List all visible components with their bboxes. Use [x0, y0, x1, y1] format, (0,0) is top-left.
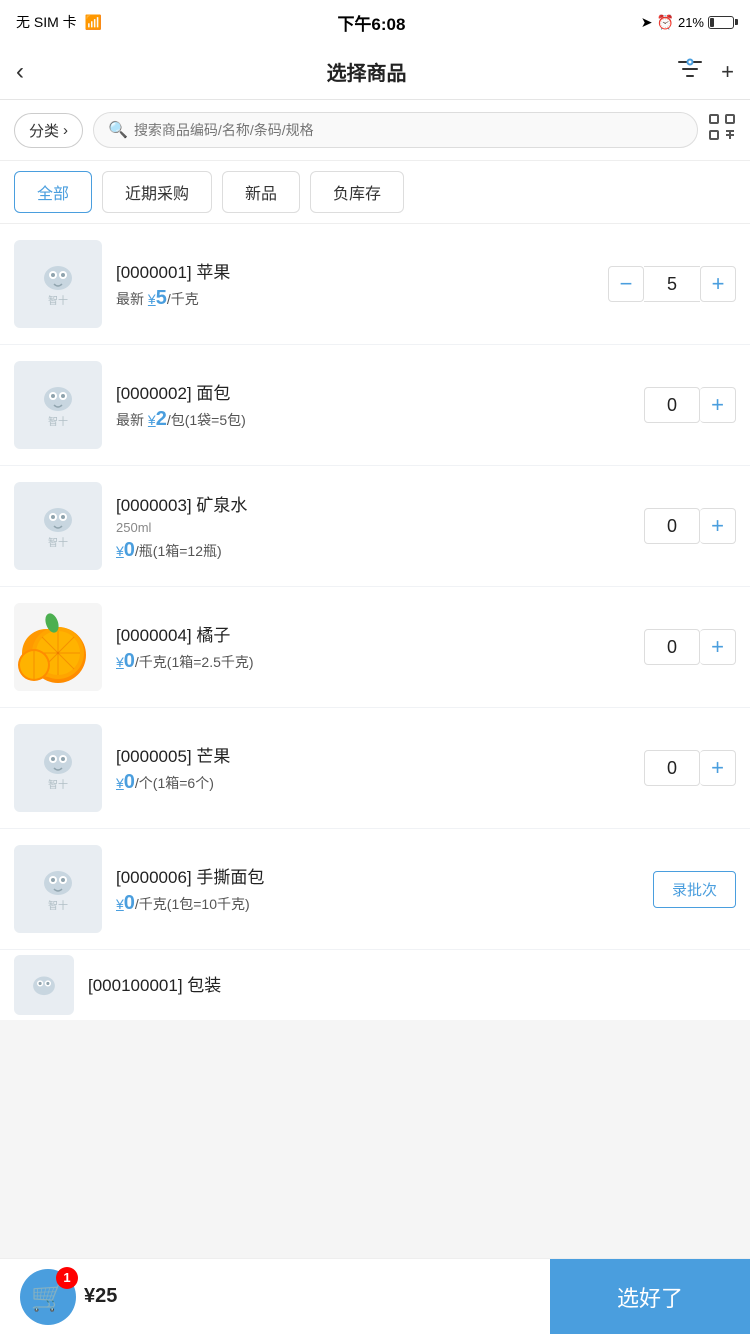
product-price-0000001: 最新 ¥5/千克 — [116, 287, 594, 310]
qty-input-0000004[interactable] — [644, 629, 700, 665]
nav-actions: + — [677, 58, 734, 86]
qty-minus-0000001[interactable]: − — [608, 266, 644, 302]
product-price-0000002: 最新 ¥2/包(1袋=5包) — [116, 408, 630, 431]
cart-badge: 1 — [56, 1267, 78, 1289]
product-info-partial: [000100001] 包装 — [88, 971, 736, 1000]
search-icon: 🔍 — [108, 120, 128, 140]
qty-plus-0000001[interactable]: + — [700, 266, 736, 302]
product-info-0000002: [0000002] 面包 最新 ¥2/包(1袋=5包) — [116, 379, 630, 431]
carrier-label: 无 SIM 卡 — [16, 12, 77, 32]
add-button[interactable]: + — [721, 59, 734, 85]
product-image-0000006: 智十 — [14, 845, 102, 933]
cart-total: ¥25 — [84, 1285, 117, 1308]
qty-plus-0000003[interactable]: + — [700, 508, 736, 544]
product-item-0000006: 智十 [0000006] 手撕面包 ¥0/千克(1包=10千克) 录批次 — [0, 829, 750, 949]
product-name-0000006: [0000006] 手撕面包 — [116, 863, 639, 888]
qty-control-0000002: + — [644, 387, 736, 423]
product-item-0000002: 智十 [0000002] 面包 最新 ¥2/包(1袋=5包) + — [0, 345, 750, 465]
product-name-0000003: [0000003] 矿泉水 — [116, 491, 630, 516]
battery-label: 21% — [678, 15, 704, 30]
qty-control-0000004: + — [644, 629, 736, 665]
product-name-0000005: [0000005] 芒果 — [116, 742, 630, 767]
status-time: 下午6:08 — [337, 10, 405, 35]
tab-new[interactable]: 新品 — [222, 171, 300, 213]
status-bar: 无 SIM 卡 📶 下午6:08 ➤ ⏰ 21% — [0, 0, 750, 44]
bottom-bar: 🛒 1 ¥25 选好了 — [0, 1258, 750, 1334]
location-icon: ➤ — [641, 14, 653, 31]
qty-control-0000005: + — [644, 750, 736, 786]
tab-negative[interactable]: 负库存 — [310, 171, 404, 213]
product-image-0000003: 智十 — [14, 482, 102, 570]
product-info-0000005: [0000005] 芒果 ¥0/个(1箱=6个) — [116, 742, 630, 794]
product-name-0000002: [0000002] 面包 — [116, 379, 630, 404]
filter-icon[interactable] — [677, 58, 703, 86]
cart-icon-wrap[interactable]: 🛒 1 — [20, 1269, 76, 1325]
product-price-0000006: ¥0/千克(1包=10千克) — [116, 892, 639, 915]
product-image-partial — [14, 955, 74, 1015]
alarm-icon: ⏰ — [657, 14, 674, 31]
qty-input-0000005[interactable] — [644, 750, 700, 786]
scan-icon[interactable] — [708, 113, 736, 147]
qty-control-0000003: + — [644, 508, 736, 544]
tabs-row: 全部 近期采购 新品 负库存 — [0, 161, 750, 224]
product-name-partial: [000100001] 包装 — [88, 971, 736, 996]
qty-control-0000001: − + — [608, 266, 736, 302]
batch-button-0000006[interactable]: 录批次 — [653, 871, 736, 908]
product-price-0000004: ¥0/千克(1箱=2.5千克) — [116, 650, 630, 673]
product-info-0000006: [0000006] 手撕面包 ¥0/千克(1包=10千克) — [116, 863, 639, 915]
product-item-0000005: 智十 [0000005] 芒果 ¥0/个(1箱=6个) + — [0, 708, 750, 828]
product-price-0000005: ¥0/个(1箱=6个) — [116, 771, 630, 794]
search-input[interactable] — [134, 122, 683, 138]
qty-input-0000001[interactable] — [644, 266, 700, 302]
back-button[interactable]: ‹ — [16, 58, 56, 86]
product-item-0000003: 智十 [0000003] 矿泉水 250ml ¥0/瓶(1箱=12瓶) + — [0, 466, 750, 586]
product-name-0000001: [0000001] 苹果 — [116, 258, 594, 283]
product-info-0000004: [0000004] 橘子 ¥0/千克(1箱=2.5千克) — [116, 621, 630, 673]
qty-plus-0000004[interactable]: + — [700, 629, 736, 665]
qty-input-0000003[interactable] — [644, 508, 700, 544]
nav-bar: ‹ 选择商品 + — [0, 44, 750, 100]
category-button[interactable]: 分类 › — [14, 113, 83, 148]
qty-plus-0000005[interactable]: + — [700, 750, 736, 786]
confirm-button[interactable]: 选好了 — [550, 1259, 750, 1334]
product-item-0000004: [0000004] 橘子 ¥0/千克(1箱=2.5千克) + — [0, 587, 750, 707]
cart-section: 🛒 1 ¥25 — [0, 1269, 550, 1325]
wifi-icon: 📶 — [85, 14, 102, 31]
search-row: 分类 › 🔍 — [0, 100, 750, 161]
product-info-0000003: [0000003] 矿泉水 250ml ¥0/瓶(1箱=12瓶) — [116, 491, 630, 562]
battery-icon — [708, 16, 734, 29]
status-right: ➤ ⏰ 21% — [641, 14, 734, 31]
product-image-0000001: 智十 — [14, 240, 102, 328]
product-item-partial: [000100001] 包装 — [0, 950, 750, 1020]
tab-all[interactable]: 全部 — [14, 171, 92, 213]
tab-recent[interactable]: 近期采购 — [102, 171, 212, 213]
product-image-0000002: 智十 — [14, 361, 102, 449]
product-image-0000005: 智十 — [14, 724, 102, 812]
page-title: 选择商品 — [327, 57, 407, 86]
product-info-0000001: [0000001] 苹果 最新 ¥5/千克 — [116, 258, 594, 310]
status-left: 无 SIM 卡 📶 — [16, 12, 102, 32]
qty-plus-0000002[interactable]: + — [700, 387, 736, 423]
product-spec-0000003: 250ml — [116, 520, 630, 535]
product-price-0000003: ¥0/瓶(1箱=12瓶) — [116, 539, 630, 562]
product-name-0000004: [0000004] 橘子 — [116, 621, 630, 646]
product-image-0000004 — [14, 603, 102, 691]
search-input-wrap[interactable]: 🔍 — [93, 112, 698, 148]
qty-input-0000002[interactable] — [644, 387, 700, 423]
product-list: 智十 [0000001] 苹果 最新 ¥5/千克 − + — [0, 224, 750, 1020]
product-item-0000001: 智十 [0000001] 苹果 最新 ¥5/千克 − + — [0, 224, 750, 344]
